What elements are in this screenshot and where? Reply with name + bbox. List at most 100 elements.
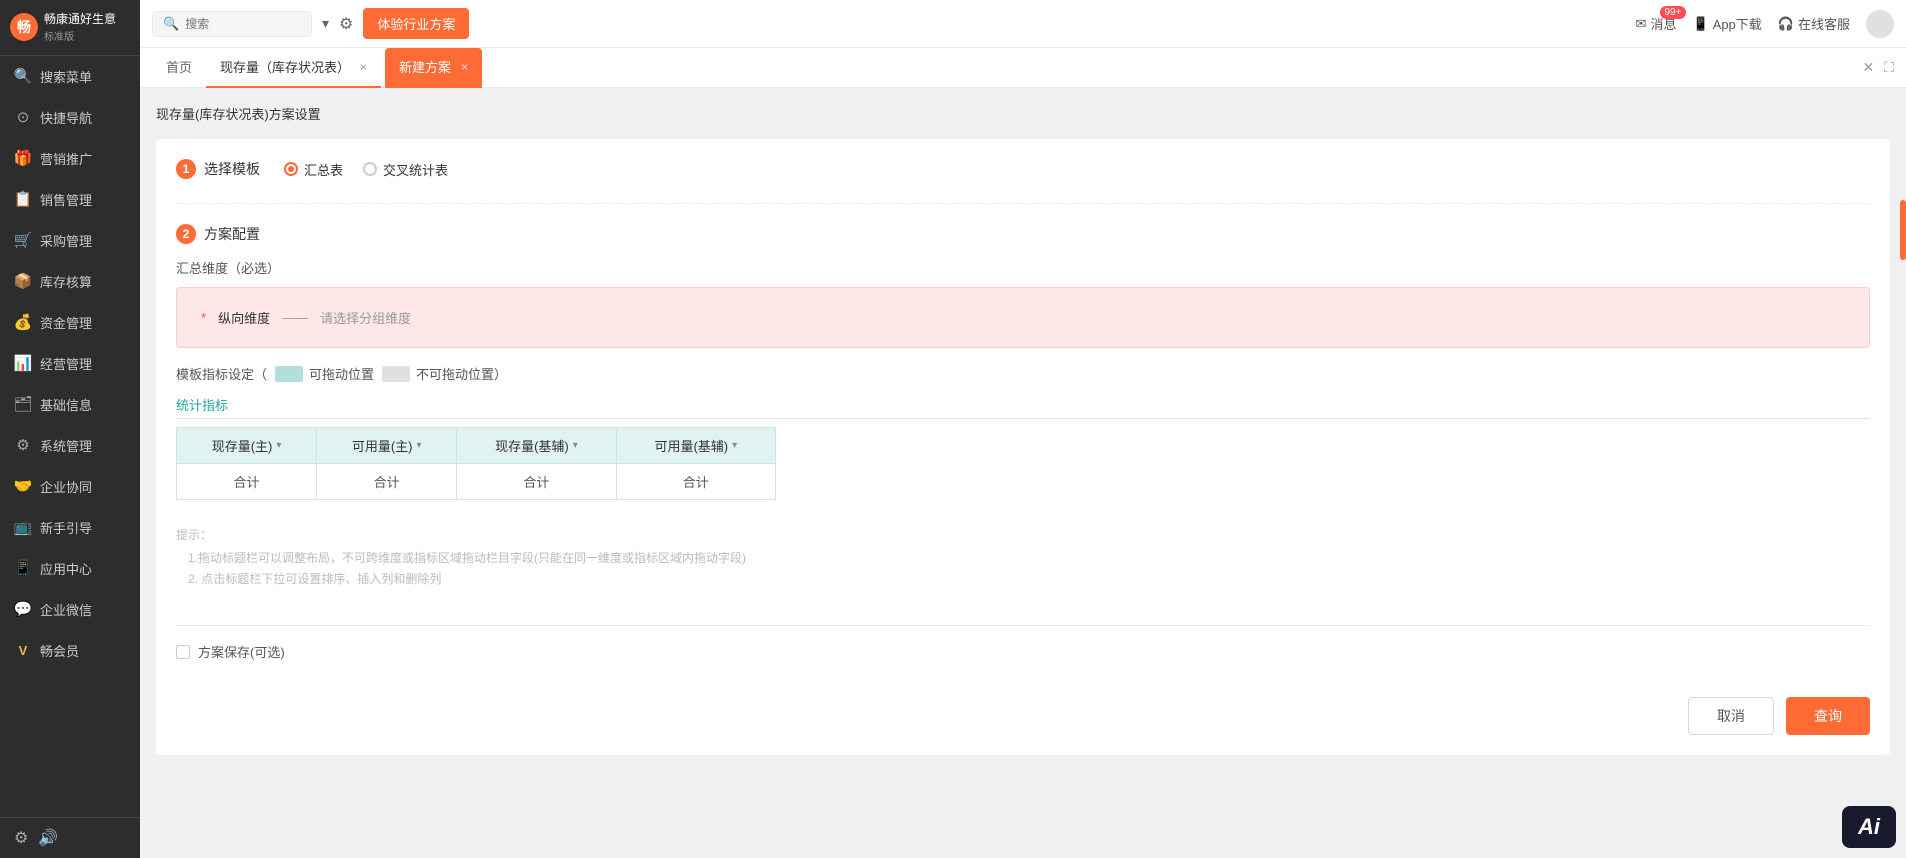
stats-section-title: 统计指标 (176, 395, 1870, 419)
tab-new-close-icon[interactable]: × (461, 60, 468, 74)
not-draggable-label: 不可拖动位置） (416, 364, 507, 383)
stats-table-header-row: 现存量(主) ▾ 可用量(主) ▾ (177, 428, 776, 464)
member-icon: V (14, 641, 32, 659)
col-1-arrow-icon: ▾ (276, 440, 281, 451)
stats-col-1-header[interactable]: 现存量(主) ▾ (177, 428, 317, 464)
service-icon: 🎧 (1778, 16, 1794, 32)
sidebar-item-member[interactable]: V 畅会员 (0, 630, 140, 671)
sidebar-item-label: 企业协同 (40, 477, 92, 496)
messages-btn[interactable]: ✉ 消息 99+ (1636, 14, 1677, 33)
search-dropdown-icon[interactable]: ▾ (322, 15, 329, 32)
online-service-btn[interactable]: 🎧 在线客服 (1778, 14, 1850, 33)
sidebar-item-label: 库存核算 (40, 272, 92, 291)
stats-col-4-header[interactable]: 可用量(基辅) ▾ (616, 428, 775, 464)
sidebar: 畅 畅康通好生意 标准版 🔍 搜索菜单 ⊙ 快捷导航 🎁 营销推广 📋 销售管理… (0, 0, 140, 858)
sidebar-item-label: 畅会员 (40, 641, 79, 660)
step2-header: 2 方案配置 (176, 224, 1870, 244)
tab-new-scheme[interactable]: 新建方案 × (385, 48, 482, 88)
finance-icon: 💰 (14, 313, 32, 331)
tab-expand-action-icon[interactable]: ⛶ (1884, 59, 1894, 76)
tab-inventory-status[interactable]: 现存量（库存状况表） × (206, 48, 381, 88)
radio-cross[interactable]: 交叉统计表 (363, 160, 448, 179)
required-star: * (201, 310, 206, 325)
user-avatar[interactable] (1866, 10, 1894, 38)
step1-header: 1 选择模板 汇总表 交叉统计表 (176, 159, 1870, 179)
sidebar-item-marketing[interactable]: 🎁 营销推广 (0, 138, 140, 179)
footer-buttons: 取消 查询 (176, 685, 1870, 735)
sidebar-item-label: 系统管理 (40, 436, 92, 455)
app-logo: 畅 畅康通好生意 标准版 (0, 0, 140, 56)
sidebar-item-quick-nav[interactable]: ⊙ 快捷导航 (0, 97, 140, 138)
stats-col-3-header[interactable]: 现存量(基辅) ▾ (457, 428, 616, 464)
topbar-gear-icon[interactable]: ⚙ (339, 14, 353, 34)
purchase-icon: 🛒 (14, 231, 32, 249)
main-area: 🔍 ▾ ⚙ 体验行业方案 ✉ 消息 99+ 📱 App下载 🎧 在线客服 (140, 0, 1906, 858)
app-badge: 标准版 (44, 28, 116, 43)
sidebar-item-basic-info[interactable]: 🗂 基础信息 (0, 384, 140, 425)
stats-col-4-label: 可用量(基辅) (654, 436, 728, 455)
sidebar-item-app-center[interactable]: 📱 应用中心 (0, 548, 140, 589)
app-name: 畅康通好生意 (44, 12, 116, 28)
inventory-icon: 📦 (14, 272, 32, 290)
sidebar-item-sales-mgmt[interactable]: 📋 销售管理 (0, 179, 140, 220)
draggable-legend-color (275, 366, 303, 382)
topbar: 🔍 ▾ ⚙ 体验行业方案 ✉ 消息 99+ 📱 App下载 🎧 在线客服 (140, 0, 1906, 48)
sidebar-item-label: 基础信息 (40, 395, 92, 414)
step-divider (176, 203, 1870, 204)
query-button[interactable]: 查询 (1786, 697, 1870, 735)
sound-icon[interactable]: 🔊 (38, 828, 58, 848)
stats-table: 现存量(主) ▾ 可用量(主) ▾ (176, 427, 776, 500)
search-input[interactable] (185, 17, 285, 31)
stats-col-1-value: 合计 (177, 464, 317, 500)
sidebar-item-business-mgmt[interactable]: 📊 经营管理 (0, 343, 140, 384)
radio-cross-label: 交叉统计表 (383, 160, 448, 179)
sidebar-item-label: 资金管理 (40, 313, 92, 332)
right-scroll-indicator[interactable] (1900, 200, 1906, 260)
sidebar-item-label: 销售管理 (40, 190, 92, 209)
tab-new-label: 新建方案 (399, 57, 451, 76)
vertical-dimension-label: 纵向维度 (218, 308, 270, 327)
sidebar-item-search-menu[interactable]: 🔍 搜索菜单 (0, 56, 140, 97)
stats-col-2-label: 可用量(主) (352, 436, 413, 455)
cancel-button[interactable]: 取消 (1688, 697, 1774, 735)
sales-icon: 📋 (14, 190, 32, 208)
sidebar-item-label: 经营管理 (40, 354, 92, 373)
sidebar-item-corp-wechat[interactable]: 💬 企业微信 (0, 589, 140, 630)
online-service-label: 在线客服 (1798, 14, 1850, 33)
stats-col-2-value: 合计 (317, 464, 457, 500)
sidebar-item-corp-agreement[interactable]: 🤝 企业协同 (0, 466, 140, 507)
step1-section: 1 选择模板 汇总表 交叉统计表 (176, 159, 1870, 179)
tab-home[interactable]: 首页 (152, 48, 206, 88)
step2-section: 2 方案配置 汇总维度（必选） * 纵向维度 —— 请选择分组维度 模板指标设定… (176, 224, 1870, 601)
new-guide-icon: 📺 (14, 518, 32, 536)
sidebar-item-new-guide[interactable]: 📺 新手引导 (0, 507, 140, 548)
business-icon: 📊 (14, 354, 32, 372)
sidebar-item-system-mgmt[interactable]: ⚙ 系统管理 (0, 425, 140, 466)
stats-col-3-value: 合计 (457, 464, 616, 500)
sidebar-item-label: 营销推广 (40, 149, 92, 168)
col-3-arrow-icon: ▾ (573, 440, 578, 451)
sidebar-item-purchase-mgmt[interactable]: 🛒 采购管理 (0, 220, 140, 261)
sidebar-item-finance[interactable]: 💰 资金管理 (0, 302, 140, 343)
tab-inventory-close-icon[interactable]: × (360, 60, 367, 74)
sidebar-item-label: 快捷导航 (40, 108, 92, 127)
basic-info-icon: 🗂 (14, 395, 32, 413)
sidebar-item-inventory[interactable]: 📦 库存核算 (0, 261, 140, 302)
stats-col-3-label: 现存量(基辅) (495, 436, 569, 455)
settings-icon[interactable]: ⚙ (14, 828, 28, 848)
page-title: 现存量(库存状况表)方案设置 (156, 104, 1890, 123)
search-box[interactable]: 🔍 (152, 11, 312, 37)
save-scheme-checkbox[interactable] (176, 645, 190, 659)
radio-summary[interactable]: 汇总表 (284, 160, 343, 179)
tab-close-action-icon[interactable]: ✕ (1862, 59, 1874, 76)
app-download-btn[interactable]: 📱 App下载 (1692, 14, 1761, 33)
dimension-row: * 纵向维度 —— 请选择分组维度 (201, 308, 1845, 327)
tips-item-2: 2. 点击标题栏下拉可设置排序、插入列和删除列 (176, 570, 1870, 587)
sidebar-item-label: 应用中心 (40, 559, 92, 578)
industry-btn[interactable]: 体验行业方案 (363, 8, 469, 39)
logo-icon: 畅 (10, 13, 38, 41)
stats-col-2-header[interactable]: 可用量(主) ▾ (317, 428, 457, 464)
radio-summary-label: 汇总表 (304, 160, 343, 179)
sidebar-item-label: 企业微信 (40, 600, 92, 619)
radio-summary-circle (284, 162, 298, 176)
